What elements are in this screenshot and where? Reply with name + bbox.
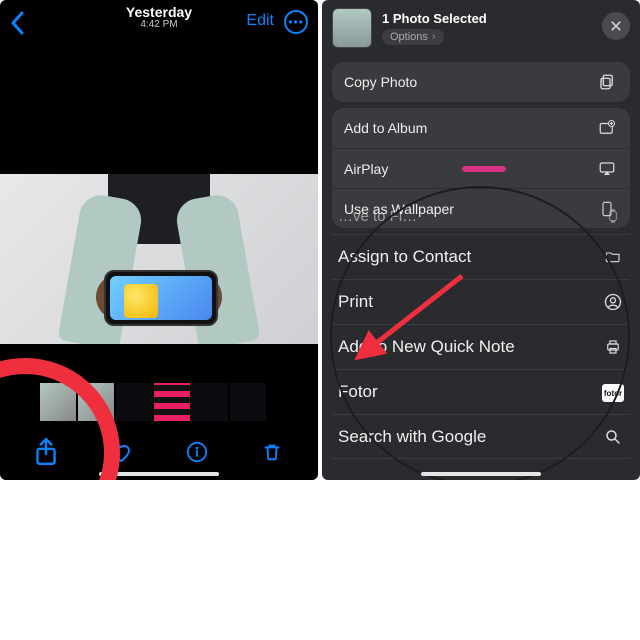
watch-icon [602,205,624,227]
row-label: Print [338,292,373,312]
thumbnail[interactable] [116,383,152,421]
add-to-quick-note-row[interactable]: Add to New Quick Note [332,324,630,369]
row-label: Add to New Quick Note [338,337,515,357]
save-to-files-row[interactable]: …ve to Fi… [332,198,630,234]
copy-icon [596,71,618,93]
back-button[interactable] [6,7,32,37]
album-plus-icon [596,117,618,139]
trash-button[interactable] [252,432,292,472]
info-button[interactable] [177,432,217,472]
row-label: Search with Google [338,427,486,447]
fotor-app-icon: fotor [602,382,624,404]
displayed-photo [0,174,318,344]
options-button[interactable]: Options › [382,29,444,45]
search-icon [602,426,624,448]
airplay-accent [462,166,506,172]
assign-to-contact-row[interactable]: Assign to Contact [332,234,630,279]
home-indicator [421,472,541,476]
row-label: Copy Photo [344,74,417,90]
row-label: Fotor [338,382,378,402]
row-label: AirPlay [344,161,388,177]
close-button[interactable] [602,12,630,40]
nav-bar: Yesterday 4:42 PM Edit ••• [0,0,318,44]
selection-count: 1 Photo Selected [382,11,487,26]
action-card: Copy Photo [332,62,630,102]
selected-thumbnail [332,8,372,48]
photos-viewer-screen: Yesterday 4:42 PM Edit ••• [0,0,318,480]
airplay-icon [596,158,618,180]
print-row[interactable]: Print [332,279,630,324]
add-to-album-row[interactable]: Add to Album [332,108,630,148]
row-label: …ve to Fi… [338,208,417,225]
search-google-row[interactable]: Search with Google fotor [332,414,630,459]
airplay-row[interactable]: AirPlay [332,148,630,188]
more-button[interactable]: ••• [284,10,308,34]
share-actions-list: …ve to Fi… Assign to Contact Print Add t… [332,198,630,472]
chevron-right-icon: › [432,31,436,43]
fotor-row[interactable]: Fotor [332,369,630,414]
folder-icon [602,246,624,268]
printer-icon [602,336,624,358]
options-label: Options [390,31,428,43]
thumbnail[interactable] [230,383,266,421]
share-sheet-screen: 1 Photo Selected Options › Copy Photo Ad… [322,0,640,480]
share-sheet-header: 1 Photo Selected Options › [322,0,640,56]
row-label: Assign to Contact [338,247,471,267]
copy-photo-row[interactable]: Copy Photo [332,62,630,102]
row-label: Add to Album [344,120,427,136]
thumbnail[interactable] [154,383,190,421]
ellipsis-icon: ••• [288,16,304,28]
edit-button[interactable]: Edit [246,12,274,30]
thumbnail[interactable] [192,383,228,421]
contact-icon [602,291,624,313]
